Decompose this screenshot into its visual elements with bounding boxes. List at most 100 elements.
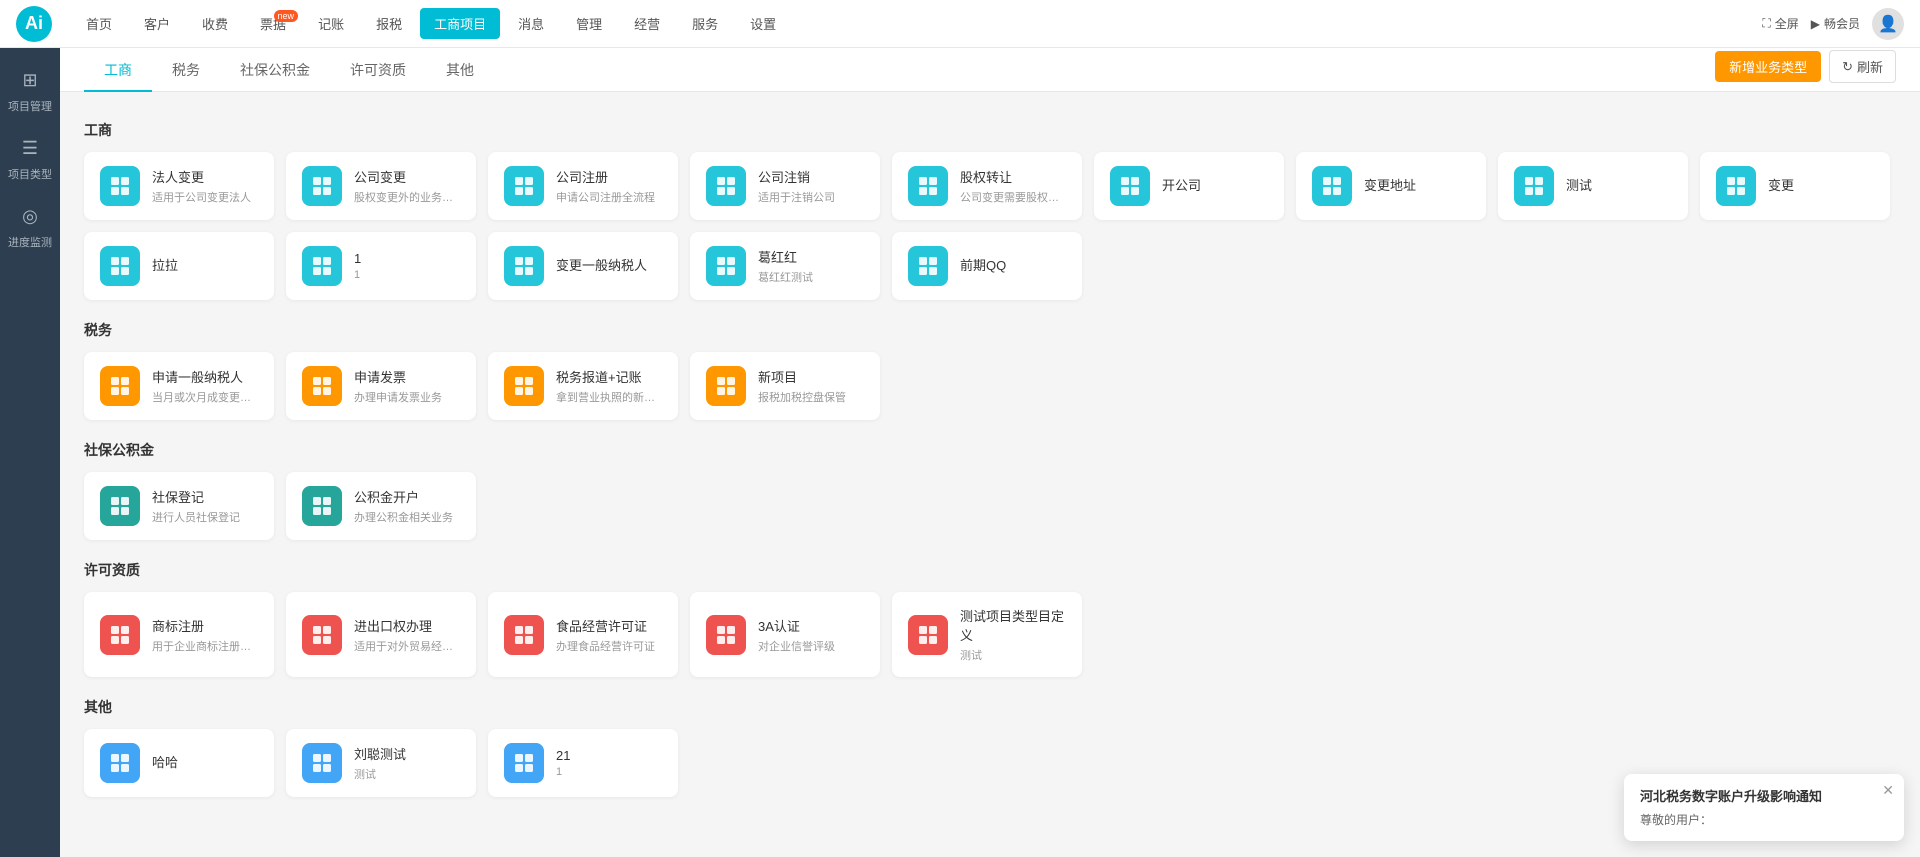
- list-item[interactable]: 法人变更适用于公司变更法人: [84, 152, 274, 220]
- list-item[interactable]: 变更一般纳税人: [488, 232, 678, 300]
- list-item[interactable]: 新项目报税加税控盘保管: [690, 352, 880, 420]
- card-name: 新项目: [758, 367, 864, 386]
- card-name: 测试: [1566, 175, 1672, 194]
- list-item[interactable]: 社保登记进行人员社保登记: [84, 472, 274, 540]
- card-name: 哈哈: [152, 752, 258, 771]
- nav-manage[interactable]: 管理: [562, 8, 616, 39]
- card-icon: [1110, 166, 1150, 206]
- sidebar-item-progress[interactable]: ◎ 进度监测: [0, 192, 60, 260]
- card-text: 公司注册申请公司注册全流程: [556, 167, 662, 205]
- top-navigation: Ai 首页 客户 收费 票据 new 记账 报税 工商项目 消息 管理 经营 服…: [0, 0, 1920, 48]
- card-icon: [100, 166, 140, 206]
- card-icon-svg: [109, 752, 131, 774]
- list-item[interactable]: 公司注册申请公司注册全流程: [488, 152, 678, 220]
- card-desc: 拿到营业执照的新公司: [556, 389, 662, 405]
- list-item[interactable]: 刘聪测试测试: [286, 729, 476, 797]
- nav-message[interactable]: 消息: [504, 8, 558, 39]
- card-desc: 葛红红测试: [758, 269, 864, 285]
- card-icon-svg: [1725, 175, 1747, 197]
- sidebar-item-project-manage[interactable]: ⊞ 项目管理: [0, 56, 60, 124]
- list-item[interactable]: 税务报道+记账拿到营业执照的新公司: [488, 352, 678, 420]
- list-item[interactable]: 哈哈: [84, 729, 274, 797]
- tab-social-fund[interactable]: 社保公积金: [220, 50, 330, 92]
- nav-operation[interactable]: 经营: [620, 8, 674, 39]
- nav-settings[interactable]: 设置: [736, 8, 790, 39]
- card-icon-svg: [715, 175, 737, 197]
- card-icon-svg: [1321, 175, 1343, 197]
- list-item[interactable]: 公积金开户办理公积金相关业务: [286, 472, 476, 540]
- nav-bookkeeping[interactable]: 记账: [304, 8, 358, 39]
- list-item[interactable]: 商标注册用于企业商标注册服务: [84, 592, 274, 677]
- new-type-button[interactable]: 新增业务类型: [1715, 51, 1821, 82]
- list-item[interactable]: 葛红红葛红红测试: [690, 232, 880, 300]
- card-text: 商标注册用于企业商标注册服务: [152, 616, 258, 654]
- card-desc: 对企业信誉评级: [758, 638, 864, 654]
- list-item[interactable]: 211: [488, 729, 678, 797]
- list-item[interactable]: 公司变更股权变更外的业务变更: [286, 152, 476, 220]
- notification-close-btn[interactable]: ✕: [1882, 782, 1894, 799]
- nav-billing[interactable]: 收费: [188, 8, 242, 39]
- list-item[interactable]: 股权转让公司变更需要股权转让: [892, 152, 1082, 220]
- card-desc: 1: [354, 269, 460, 281]
- card-icon: [302, 166, 342, 206]
- main-content: 工商 税务 社保公积金 许可资质 其他 新增业务类型 ↻ 刷新 工商 法人变更适…: [60, 48, 1920, 857]
- nav-tax[interactable]: 报税: [362, 8, 416, 39]
- card-name: 葛红红: [758, 247, 864, 266]
- list-item[interactable]: 测试项目类型目定义测试: [892, 592, 1082, 677]
- list-item[interactable]: 公司注销适用于注销公司: [690, 152, 880, 220]
- list-item[interactable]: 进出口权办理适用于对外贸易经营者: [286, 592, 476, 677]
- card-icon-svg: [311, 624, 333, 646]
- list-item[interactable]: 变更: [1700, 152, 1890, 220]
- list-item[interactable]: 申请发票办理申请发票业务: [286, 352, 476, 420]
- nav-customer[interactable]: 客户: [130, 8, 184, 39]
- card-icon-svg: [311, 375, 333, 397]
- content-area: 工商 法人变更适用于公司变更法人 公司变更股权变更外的业务变更 公司注册申请公司…: [60, 92, 1920, 837]
- refresh-button[interactable]: ↻ 刷新: [1829, 50, 1896, 83]
- card-icon: [706, 246, 746, 286]
- card-icon: [504, 615, 544, 655]
- card-icon-svg: [917, 255, 939, 277]
- nav-menu: 首页 客户 收费 票据 new 记账 报税 工商项目 消息 管理 经营 服务 设…: [72, 8, 1762, 39]
- card-icon-svg: [513, 375, 535, 397]
- list-item[interactable]: 测试: [1498, 152, 1688, 220]
- project-manage-icon: ⊞: [16, 66, 44, 94]
- list-item[interactable]: 开公司: [1094, 152, 1284, 220]
- card-name: 变更一般纳税人: [556, 255, 662, 274]
- card-text: 拉拉: [152, 255, 258, 277]
- list-item[interactable]: 11: [286, 232, 476, 300]
- card-name: 变更: [1768, 175, 1874, 194]
- card-name: 刘聪测试: [354, 744, 460, 763]
- list-item[interactable]: 拉拉: [84, 232, 274, 300]
- card-name: 商标注册: [152, 616, 258, 635]
- card-desc: 股权变更外的业务变更: [354, 189, 460, 205]
- card-name: 1: [354, 251, 460, 266]
- nav-home[interactable]: 首页: [72, 8, 126, 39]
- card-desc: 适用于注销公司: [758, 189, 864, 205]
- list-item[interactable]: 食品经营许可证办理食品经营许可证: [488, 592, 678, 677]
- card-text: 3A认证对企业信誉评级: [758, 616, 864, 654]
- tab-other[interactable]: 其他: [426, 50, 494, 92]
- card-icon: [504, 743, 544, 783]
- list-item[interactable]: 前期QQ: [892, 232, 1082, 300]
- sidebar-item-project-type[interactable]: ☰ 项目类型: [0, 124, 60, 192]
- card-icon-svg: [1119, 175, 1141, 197]
- list-item[interactable]: 申请一般纳税人当月或次月成变更完成: [84, 352, 274, 420]
- nav-business[interactable]: 工商项目: [420, 8, 500, 39]
- tab-license[interactable]: 许可资质: [330, 50, 426, 92]
- nav-service[interactable]: 服务: [678, 8, 732, 39]
- card-name: 股权转让: [960, 167, 1066, 186]
- tab-tax[interactable]: 税务: [152, 50, 220, 92]
- card-icon-svg: [917, 175, 939, 197]
- card-icon: [302, 743, 342, 783]
- member-icon: ▶: [1811, 17, 1820, 31]
- card-name: 申请发票: [354, 367, 460, 386]
- list-item[interactable]: 3A认证对企业信誉评级: [690, 592, 880, 677]
- member-btn[interactable]: ▶ 畅会员: [1811, 15, 1860, 32]
- fullscreen-btn[interactable]: ⛶ 全屏: [1762, 15, 1798, 32]
- user-avatar[interactable]: 👤: [1872, 8, 1904, 40]
- card-name: 申请一般纳税人: [152, 367, 258, 386]
- tab-business[interactable]: 工商: [84, 50, 152, 92]
- list-item[interactable]: 变更地址: [1296, 152, 1486, 220]
- card-text: 哈哈: [152, 752, 258, 774]
- nav-tickets[interactable]: 票据 new: [246, 8, 300, 39]
